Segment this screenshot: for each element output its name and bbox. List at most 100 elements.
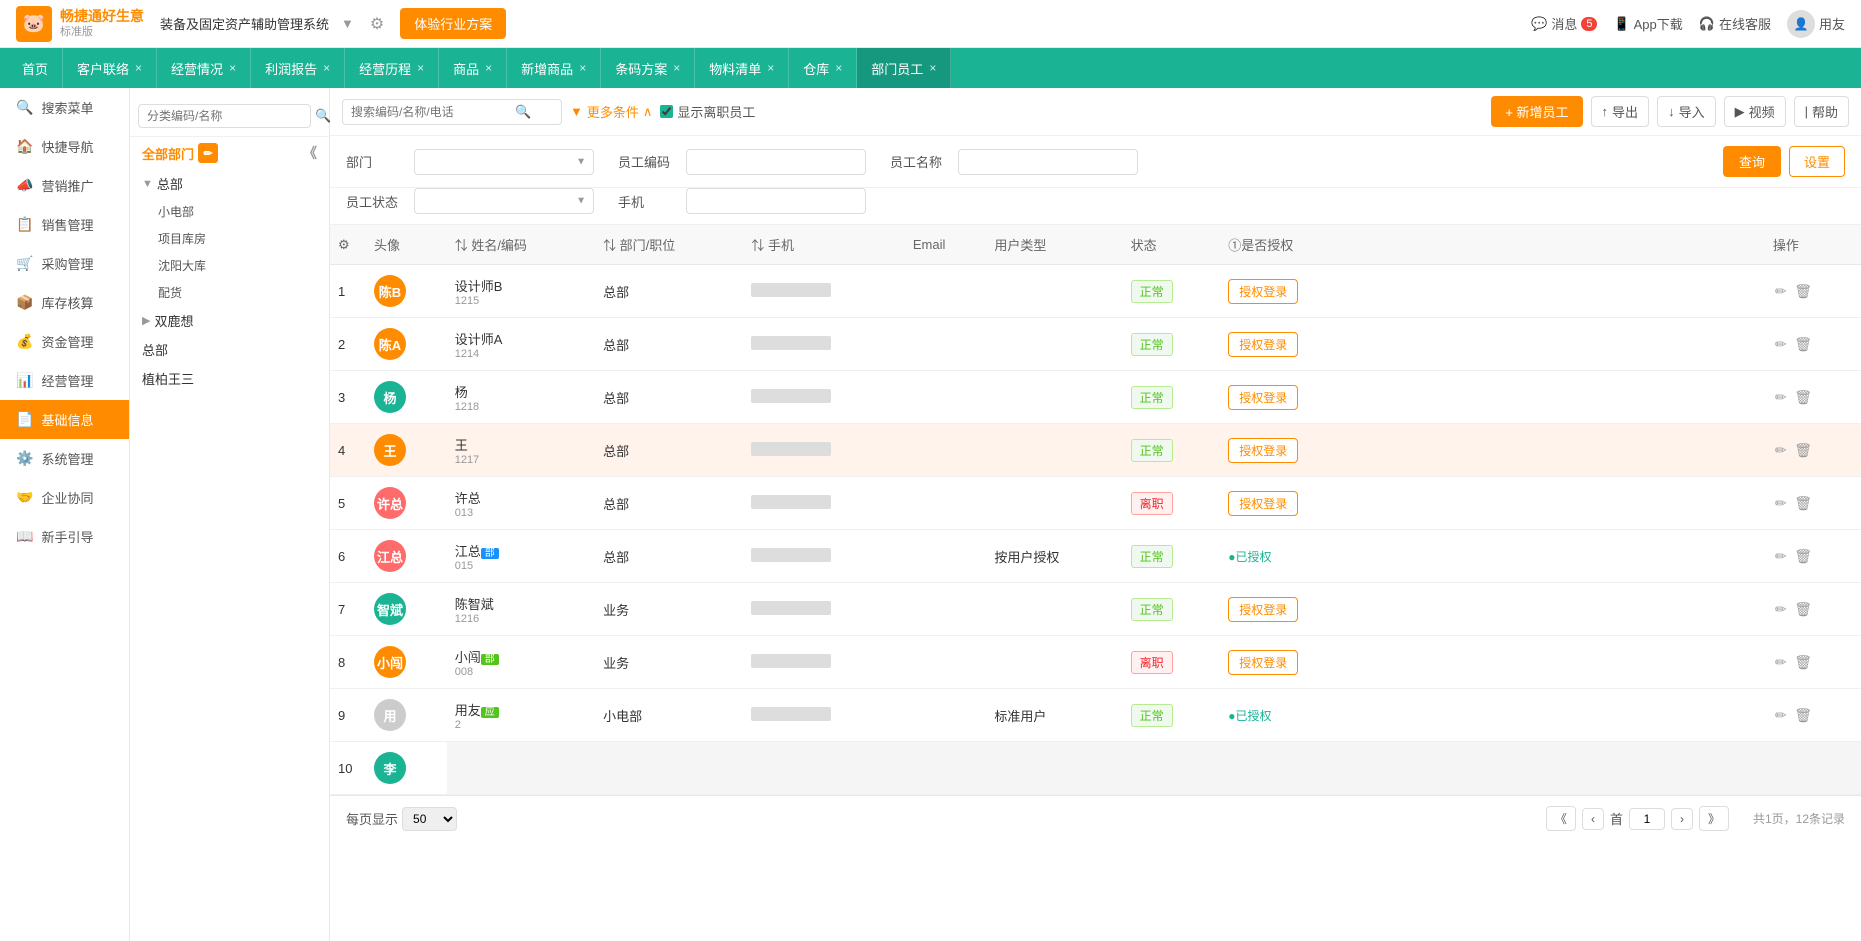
auth-button[interactable]: 授权登录 (1228, 650, 1298, 675)
th-name[interactable]: ⇅ 姓名/编码 (447, 225, 595, 265)
delete-button[interactable]: 🗑 (1792, 334, 1814, 355)
next-page-btn[interactable]: › (1671, 808, 1693, 830)
dept-item-xiaodian[interactable]: 小电部 (130, 198, 329, 225)
search-icon[interactable]: 🔍 (515, 104, 531, 120)
sidebar-item-sales[interactable]: 📋销售管理 (0, 205, 129, 244)
query-button[interactable]: 查询 (1723, 146, 1781, 177)
sidebar-item-search[interactable]: 🔍搜索菜单 (0, 88, 129, 127)
settings-button[interactable]: 设置 (1789, 146, 1845, 177)
edit-button[interactable]: ✏ (1773, 546, 1789, 567)
dept-group-title-zonbu[interactable]: ▼ 总部 (130, 169, 329, 198)
dept-header[interactable]: 全部部门 ✏ 《 (130, 137, 329, 169)
first-page-btn[interactable]: 《 (1546, 806, 1576, 831)
filter-emp-name-input[interactable] (958, 149, 1138, 175)
nav-tab-客户联络[interactable]: 客户联络× (63, 48, 157, 88)
dept-group-title-zongbu2[interactable]: 总部 (130, 335, 329, 364)
nav-tab-物料清单[interactable]: 物料清单× (695, 48, 789, 88)
tab-close-icon[interactable]: × (485, 61, 492, 75)
last-page-btn[interactable]: 》 (1699, 806, 1729, 831)
sidebar-item-guide[interactable]: 📖新手引导 (0, 517, 129, 556)
dept-item-project[interactable]: 项目库房 (130, 225, 329, 252)
auth-button[interactable]: 授权登录 (1228, 279, 1298, 304)
show-resign-checkbox[interactable] (660, 105, 673, 118)
nav-tab-商品[interactable]: 商品× (439, 48, 507, 88)
nav-tab-经营情况[interactable]: 经营情况× (157, 48, 251, 88)
auth-button[interactable]: 授权登录 (1228, 332, 1298, 357)
search-input[interactable] (351, 105, 511, 119)
delete-button[interactable]: 🗑 (1792, 599, 1814, 620)
dept-item-peihuo[interactable]: 配货 (130, 279, 329, 306)
auth-button[interactable]: 授权登录 (1228, 597, 1298, 622)
dept-item-shenyang[interactable]: 沈阳大库 (130, 252, 329, 279)
video-button[interactable]: ▶ 视频 (1724, 96, 1786, 127)
tab-close-icon[interactable]: × (417, 61, 424, 75)
sidebar-item-cooperation[interactable]: 🤝企业协同 (0, 478, 129, 517)
tab-close-icon[interactable]: × (673, 61, 680, 75)
prev-page-btn[interactable]: ‹ (1582, 808, 1604, 830)
edit-button[interactable]: ✏ (1773, 387, 1789, 408)
auth-button[interactable]: 授权登录 (1228, 385, 1298, 410)
delete-button[interactable]: 🗑 (1792, 493, 1814, 514)
nav-tab-经营历程[interactable]: 经营历程× (345, 48, 439, 88)
filter-status-select[interactable] (414, 188, 594, 214)
gear-icon[interactable]: ⚙ (370, 14, 384, 34)
tab-close-icon[interactable]: × (767, 61, 774, 75)
edit-button[interactable]: ✏ (1773, 705, 1789, 726)
sidebar-item-operation[interactable]: 📊经营管理 (0, 361, 129, 400)
dept-edit-icon[interactable]: ✏ (198, 143, 218, 163)
auth-button[interactable]: 授权登录 (1228, 491, 1298, 516)
tab-close-icon[interactable]: × (929, 61, 936, 75)
trial-button[interactable]: 体验行业方案 (400, 8, 506, 39)
nav-tab-部门员工[interactable]: 部门员工× (857, 48, 951, 88)
nav-tab-首页[interactable]: 首页 (8, 48, 63, 88)
th-phone[interactable]: ⇅ 手机 (743, 225, 904, 265)
delete-button[interactable]: 🗑 (1792, 281, 1814, 302)
sidebar-item-purchase[interactable]: 🛒采购管理 (0, 244, 129, 283)
system-name-arrow[interactable]: ▼ (341, 16, 354, 31)
import-button[interactable]: ↓ 导入 (1657, 96, 1716, 127)
more-filter-btn[interactable]: ▼ 更多条件 ∧ (570, 102, 652, 121)
edit-button[interactable]: ✏ (1773, 440, 1789, 461)
user-area[interactable]: 👤 用友 (1787, 10, 1845, 38)
tab-close-icon[interactable]: × (835, 61, 842, 75)
online-service-btn[interactable]: 🎧 在线客服 (1699, 14, 1771, 33)
nav-tab-新增商品[interactable]: 新增商品× (507, 48, 601, 88)
tab-close-icon[interactable]: × (323, 61, 330, 75)
delete-button[interactable]: 🗑 (1792, 705, 1814, 726)
delete-button[interactable]: 🗑 (1792, 546, 1814, 567)
filter-phone-input[interactable] (686, 188, 866, 214)
dept-group-title-zhibai[interactable]: 植柏王三 (130, 364, 329, 393)
dept-collapse-btn[interactable]: 《 (303, 143, 317, 163)
message-btn[interactable]: 💬 消息 5 (1531, 14, 1597, 33)
th-settings[interactable]: ⚙ (330, 225, 366, 265)
dept-search-icon[interactable]: 🔍 (315, 108, 331, 124)
add-employee-button[interactable]: + 新增员工 (1491, 96, 1582, 127)
show-resign-toggle[interactable]: 显示离职员工 (660, 102, 755, 121)
sidebar-item-inventory[interactable]: 📦库存核算 (0, 283, 129, 322)
nav-tab-利润报告[interactable]: 利润报告× (251, 48, 345, 88)
edit-button[interactable]: ✏ (1773, 599, 1789, 620)
app-download-btn[interactable]: 📱 App下载 (1613, 14, 1682, 33)
per-page-select[interactable]: 50 100 (402, 807, 457, 831)
edit-button[interactable]: ✏ (1773, 493, 1789, 514)
edit-button[interactable]: ✏ (1773, 334, 1789, 355)
sidebar-item-system[interactable]: ⚙️系统管理 (0, 439, 129, 478)
nav-tab-仓库[interactable]: 仓库× (789, 48, 857, 88)
tab-close-icon[interactable]: × (579, 61, 586, 75)
sidebar-item-quick-nav[interactable]: 🏠快捷导航 (0, 127, 129, 166)
filter-dept-select[interactable] (414, 149, 594, 175)
dept-search-input[interactable] (138, 104, 311, 128)
auth-button[interactable]: 授权登录 (1228, 438, 1298, 463)
sidebar-item-basic[interactable]: 📄基础信息 (0, 400, 129, 439)
edit-button[interactable]: ✏ (1773, 281, 1789, 302)
dept-group-title-shuanglu[interactable]: ▶ 双鹿想 (130, 306, 329, 335)
sidebar-item-marketing[interactable]: 📣营销推广 (0, 166, 129, 205)
page-input[interactable] (1629, 808, 1665, 830)
tab-close-icon[interactable]: × (229, 61, 236, 75)
tab-close-icon[interactable]: × (135, 61, 142, 75)
delete-button[interactable]: 🗑 (1792, 440, 1814, 461)
delete-button[interactable]: 🗑 (1792, 387, 1814, 408)
edit-button[interactable]: ✏ (1773, 652, 1789, 673)
nav-tab-条码方案[interactable]: 条码方案× (601, 48, 695, 88)
help-button[interactable]: | 帮助 (1794, 96, 1849, 127)
